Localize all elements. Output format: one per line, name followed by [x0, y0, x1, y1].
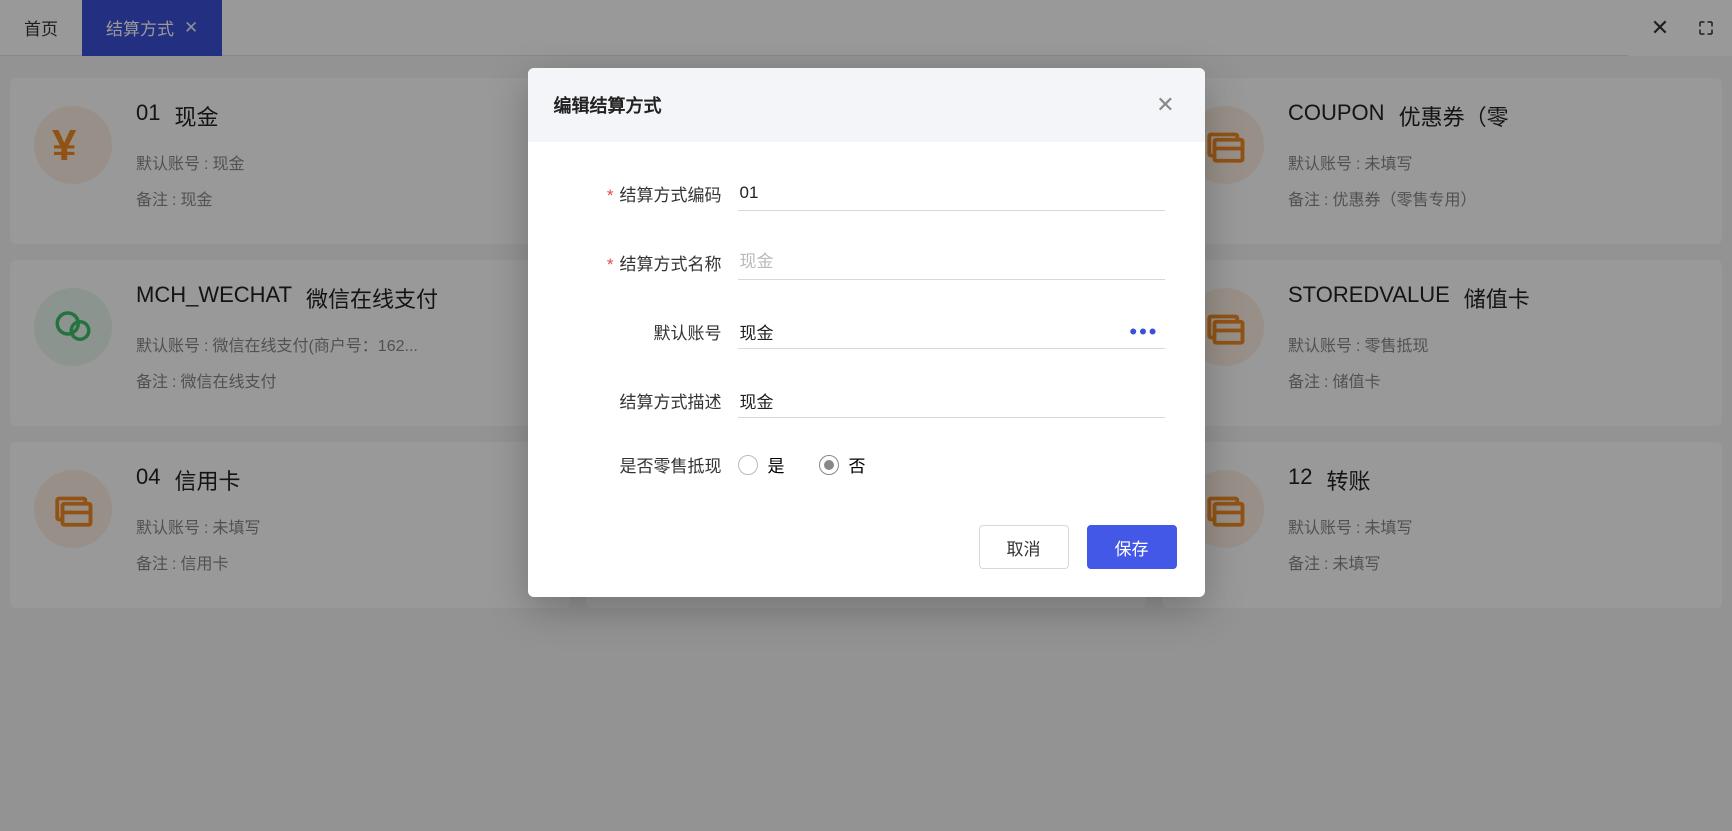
- modal-overlay: 编辑结算方式 ✕ *结算方式编码 *结算方式名称 默认账号 ••• 结算方式描述: [0, 0, 1732, 831]
- modal-body: *结算方式编码 *结算方式名称 默认账号 ••• 结算方式描述 是否零售抵现: [528, 142, 1205, 511]
- retail-yes-radio[interactable]: 是: [738, 452, 785, 477]
- cancel-button[interactable]: 取消: [979, 525, 1069, 569]
- account-input[interactable]: [738, 314, 1165, 349]
- account-picker-icon[interactable]: •••: [1129, 319, 1158, 345]
- retail-no-radio[interactable]: 否: [819, 452, 866, 477]
- edit-settlement-modal: 编辑结算方式 ✕ *结算方式编码 *结算方式名称 默认账号 ••• 结算方式描述: [528, 68, 1205, 597]
- modal-title: 编辑结算方式: [554, 92, 662, 118]
- modal-footer: 取消 保存: [528, 511, 1205, 597]
- retail-label: 是否零售抵现: [568, 452, 738, 477]
- retail-radio-group: 是 否: [738, 452, 1165, 477]
- modal-header: 编辑结算方式 ✕: [528, 68, 1205, 142]
- save-button[interactable]: 保存: [1087, 525, 1177, 569]
- code-input[interactable]: [738, 176, 1165, 211]
- desc-input[interactable]: [738, 383, 1165, 418]
- name-label: *结算方式名称: [568, 250, 738, 275]
- account-label: 默认账号: [568, 319, 738, 344]
- desc-label: 结算方式描述: [568, 388, 738, 413]
- code-label: *结算方式编码: [568, 181, 738, 206]
- name-input[interactable]: [738, 245, 1165, 280]
- modal-close-icon[interactable]: ✕: [1152, 88, 1178, 122]
